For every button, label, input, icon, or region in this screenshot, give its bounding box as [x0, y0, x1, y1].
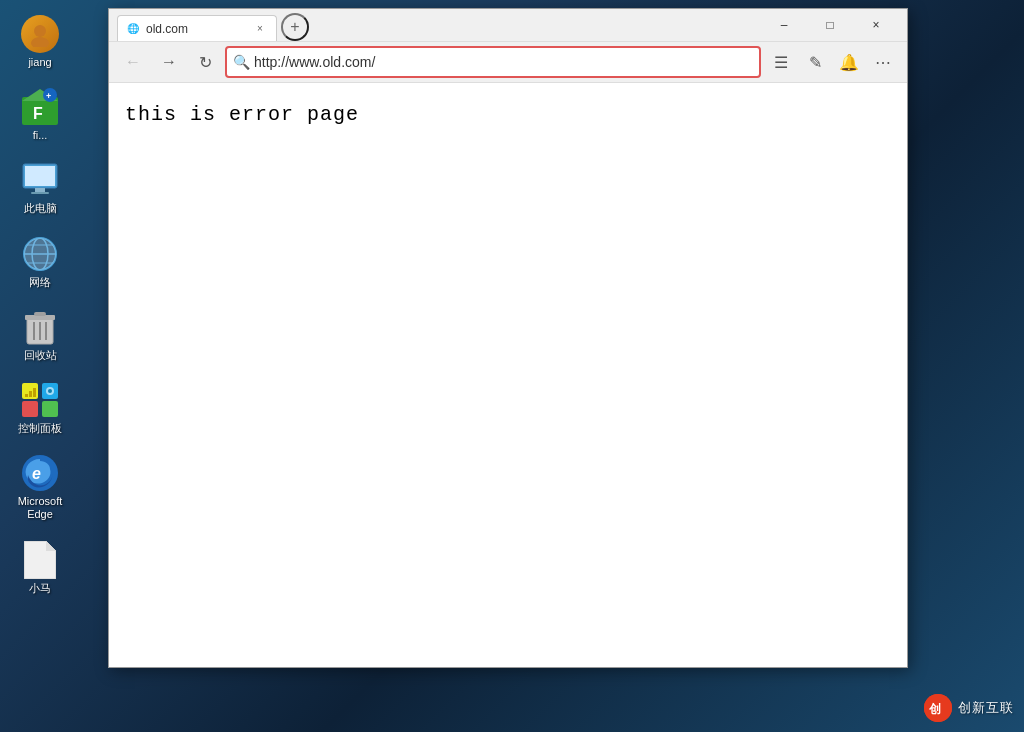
icon-recycle-label: 回收站: [24, 349, 57, 362]
new-tab-button[interactable]: +: [281, 13, 309, 41]
svg-rect-29: [33, 388, 36, 397]
maximize-button[interactable]: □: [807, 9, 853, 41]
more-button[interactable]: ⋯: [867, 46, 899, 78]
refresh-button[interactable]: ↻: [189, 46, 221, 78]
desktop: jiang F + fi...: [0, 0, 1024, 732]
svg-rect-10: [31, 192, 49, 194]
favorites-button[interactable]: 🔔: [833, 46, 865, 78]
watermark: 创 创新互联: [924, 694, 1014, 722]
watermark-label: 创新互联: [958, 699, 1014, 717]
icon-xiaoma-label: 小马: [29, 582, 51, 595]
svg-rect-26: [42, 401, 58, 417]
navigation-toolbar: ← → ↻ 🔍 ☰ ✎ 🔔 ⋯: [109, 41, 907, 83]
close-button[interactable]: ×: [853, 9, 899, 41]
tab-title: old.com: [146, 22, 246, 36]
avatar-icon: [21, 15, 59, 53]
svg-point-0: [34, 25, 46, 37]
control-panel-icon: [20, 380, 60, 420]
error-page-text: this is error page: [125, 103, 891, 126]
hamburger-menu-button[interactable]: ☰: [765, 46, 797, 78]
svg-rect-9: [35, 188, 45, 192]
pc-icon: [20, 160, 60, 200]
desktop-icon-network[interactable]: 网络: [4, 230, 76, 293]
svg-text:创: 创: [928, 702, 941, 716]
search-icon: 🔍: [233, 54, 250, 70]
tab-area: 🌐 old.com × +: [117, 9, 761, 41]
desktop-icon-jiang[interactable]: jiang: [4, 10, 76, 73]
file-icon: [20, 540, 60, 580]
svg-rect-19: [34, 312, 46, 316]
desktop-icon-pc[interactable]: 此电脑: [4, 156, 76, 219]
tab-favicon: 🌐: [126, 22, 140, 36]
icon-pc-label: 此电脑: [24, 202, 57, 215]
svg-marker-35: [46, 541, 56, 551]
desktop-icon-recycle[interactable]: 回收站: [4, 303, 76, 366]
desktop-icon-control-panel[interactable]: 控制面板: [4, 376, 76, 439]
svg-point-31: [48, 389, 52, 393]
desktop-icon-fiddler[interactable]: F + fi...: [4, 83, 76, 146]
recycle-bin-icon: [20, 307, 60, 347]
svg-text:+: +: [46, 91, 51, 101]
desktop-icon-edge[interactable]: e Microsoft Edge: [4, 449, 76, 525]
svg-point-16: [24, 238, 56, 270]
forward-button[interactable]: →: [153, 46, 185, 78]
window-controls: – □ ×: [761, 9, 899, 41]
address-bar-container: 🔍: [225, 46, 761, 78]
icon-fiddler-label: fi...: [33, 129, 48, 142]
watermark-logo: 创: [924, 694, 952, 722]
network-icon: [20, 234, 60, 274]
tab-close-button[interactable]: ×: [252, 21, 268, 37]
svg-text:F: F: [33, 105, 43, 122]
back-button[interactable]: ←: [117, 46, 149, 78]
desktop-icon-area: jiang F + fi...: [0, 0, 80, 599]
desktop-icon-xiaoma[interactable]: 小马: [4, 536, 76, 599]
address-input[interactable]: [254, 54, 753, 70]
svg-rect-27: [25, 394, 28, 397]
svg-point-1: [31, 37, 49, 47]
edit-button[interactable]: ✎: [799, 46, 831, 78]
svg-rect-8: [25, 166, 55, 186]
icon-jiang-label: jiang: [28, 56, 51, 69]
browser-content: this is error page: [109, 83, 907, 667]
browser-tab[interactable]: 🌐 old.com ×: [117, 15, 277, 41]
toolbar-right-buttons: ☰ ✎ 🔔 ⋯: [765, 46, 899, 78]
minimize-button[interactable]: –: [761, 9, 807, 41]
svg-rect-28: [29, 391, 32, 397]
browser-window: 🌐 old.com × + – □ × ← → ↻ 🔍 ☰: [108, 8, 908, 668]
icon-network-label: 网络: [29, 276, 51, 289]
icon-edge-label: Microsoft Edge: [18, 495, 63, 521]
edge-icon: e: [20, 453, 60, 493]
svg-text:e: e: [32, 465, 41, 482]
icon-control-panel-label: 控制面板: [18, 422, 62, 435]
svg-rect-25: [22, 401, 38, 417]
fiddler-app-icon: F +: [20, 87, 60, 127]
title-bar: 🌐 old.com × + – □ ×: [109, 9, 907, 41]
